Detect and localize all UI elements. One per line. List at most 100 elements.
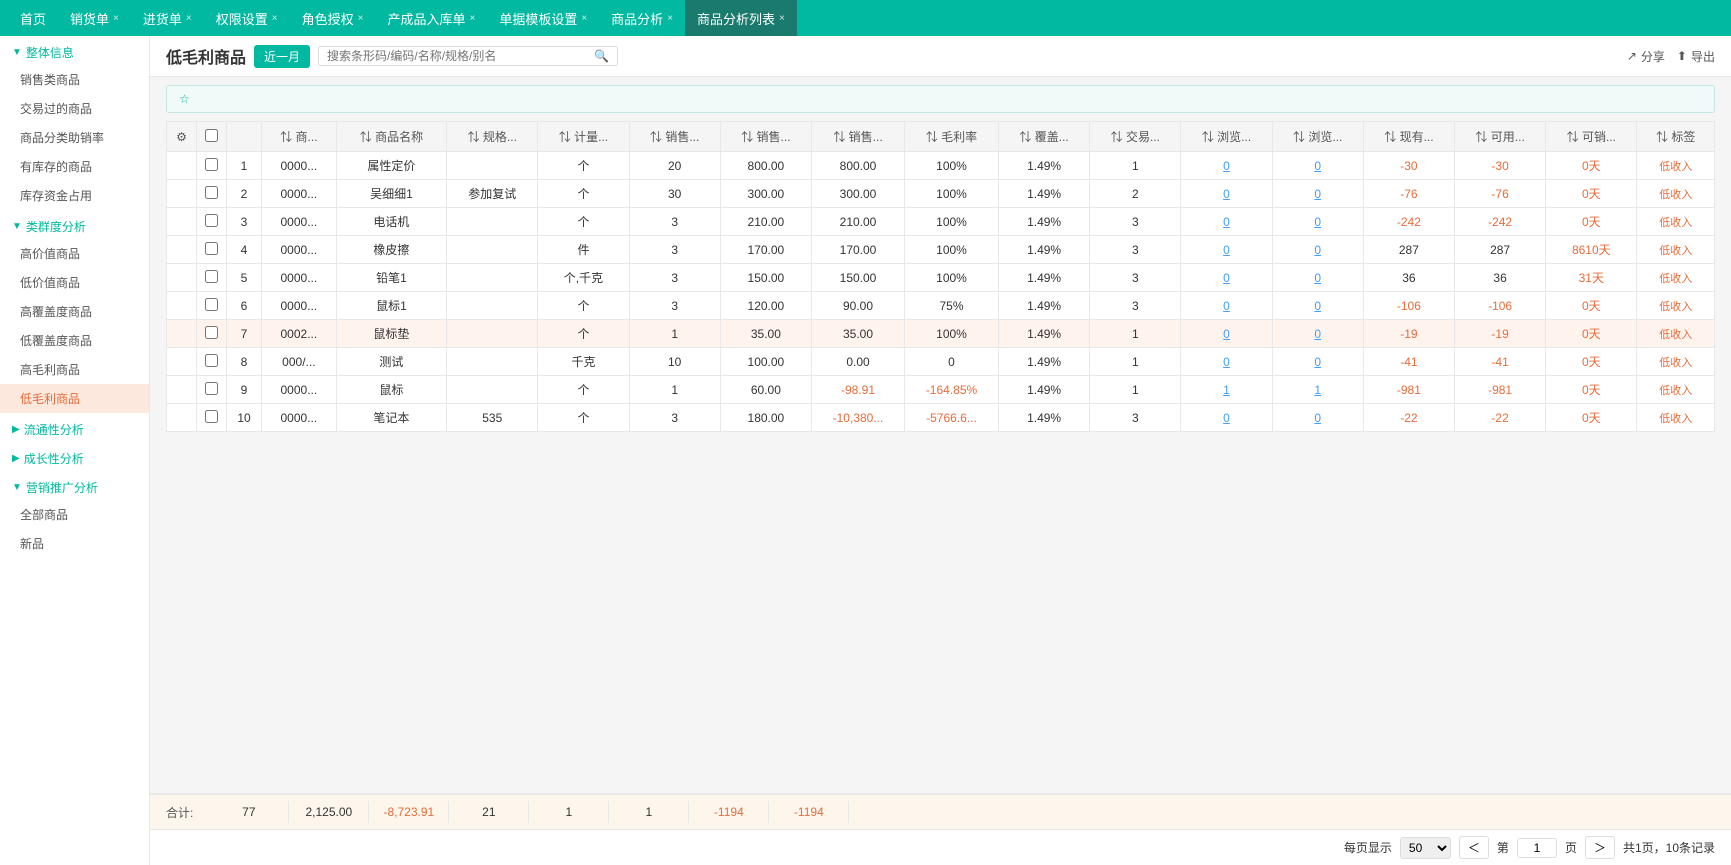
column-header-8[interactable]: ⇅ 覆盖... bbox=[998, 122, 1089, 152]
browse-link[interactable]: 0 bbox=[1314, 327, 1321, 341]
row-check-input[interactable] bbox=[205, 298, 218, 311]
row-check-input[interactable] bbox=[205, 326, 218, 339]
browse-link[interactable]: 0 bbox=[1223, 355, 1230, 369]
sidebar-item[interactable]: 全部商品 bbox=[0, 500, 149, 529]
search-icon[interactable]: 🔍 bbox=[594, 49, 609, 63]
column-header-13[interactable]: ⇅ 可用... bbox=[1455, 122, 1546, 152]
sidebar-group-title[interactable]: ▶流通性分析 bbox=[0, 413, 149, 442]
column-check-all[interactable] bbox=[197, 122, 227, 152]
nav-item[interactable]: 权限设置× bbox=[204, 0, 290, 36]
row-checkbox[interactable] bbox=[197, 152, 227, 180]
row-checkbox[interactable] bbox=[197, 348, 227, 376]
check-all-input[interactable] bbox=[205, 129, 218, 142]
sidebar-item[interactable]: 低价值商品 bbox=[0, 268, 149, 297]
nav-item[interactable]: 进货单× bbox=[131, 0, 204, 36]
browse-link[interactable]: 0 bbox=[1223, 215, 1230, 229]
row-check-input[interactable] bbox=[205, 158, 218, 171]
sidebar-item[interactable]: 高毛利商品 bbox=[0, 355, 149, 384]
sidebar-item[interactable]: 高价值商品 bbox=[0, 239, 149, 268]
column-header-4[interactable]: ⇅ 销售... bbox=[629, 122, 720, 152]
search-input[interactable] bbox=[327, 49, 594, 63]
row-check-input[interactable] bbox=[205, 214, 218, 227]
browse-link[interactable]: 0 bbox=[1223, 411, 1230, 425]
row-checkbox[interactable] bbox=[197, 264, 227, 292]
column-header-11[interactable]: ⇅ 浏览... bbox=[1272, 122, 1363, 152]
column-header-14[interactable]: ⇅ 可销... bbox=[1546, 122, 1637, 152]
sidebar-item[interactable]: 有库存的商品 bbox=[0, 152, 149, 181]
browse-link[interactable]: 0 bbox=[1223, 327, 1230, 341]
nav-close-icon[interactable]: × bbox=[581, 13, 587, 24]
nav-item[interactable]: 商品分析列表× bbox=[685, 0, 797, 36]
sidebar-item[interactable]: 低覆盖度商品 bbox=[0, 326, 149, 355]
share-button[interactable]: ↗ 分享 bbox=[1627, 48, 1665, 65]
column-header-5[interactable]: ⇅ 销售... bbox=[720, 122, 811, 152]
column-settings[interactable]: ⚙ bbox=[167, 122, 197, 152]
browse-link[interactable]: 0 bbox=[1314, 187, 1321, 201]
next-page-button[interactable]: ＞ bbox=[1585, 836, 1615, 859]
browse-link[interactable]: 0 bbox=[1223, 243, 1230, 257]
settings-icon[interactable]: ⚙ bbox=[176, 130, 187, 144]
row-checkbox[interactable] bbox=[197, 320, 227, 348]
browse-link[interactable]: 0 bbox=[1314, 299, 1321, 313]
nav-close-icon[interactable]: × bbox=[272, 13, 278, 24]
browse-link[interactable]: 0 bbox=[1223, 159, 1230, 173]
nav-item[interactable]: 产成品入库单× bbox=[375, 0, 487, 36]
column-header-7[interactable]: ⇅ 毛利率 bbox=[905, 122, 999, 152]
row-check-input[interactable] bbox=[205, 354, 218, 367]
sidebar-item[interactable]: 低毛利商品 bbox=[0, 384, 149, 413]
browse-link[interactable]: 0 bbox=[1223, 187, 1230, 201]
sidebar-item[interactable]: 交易过的商品 bbox=[0, 94, 149, 123]
column-header-10[interactable]: ⇅ 浏览... bbox=[1181, 122, 1272, 152]
browse-link[interactable]: 1 bbox=[1223, 383, 1230, 397]
browse-link[interactable]: 0 bbox=[1314, 215, 1321, 229]
nav-close-icon[interactable]: × bbox=[667, 13, 673, 24]
sidebar-item[interactable]: 新品 bbox=[0, 529, 149, 558]
export-button[interactable]: ⬆ 导出 bbox=[1677, 48, 1715, 65]
nav-close-icon[interactable]: × bbox=[469, 13, 475, 24]
row-check-input[interactable] bbox=[205, 270, 218, 283]
browse-link[interactable]: 0 bbox=[1223, 299, 1230, 313]
sidebar-group-title[interactable]: ▼整体信息 bbox=[0, 36, 149, 65]
nav-close-icon[interactable]: × bbox=[779, 13, 785, 24]
column-header-1[interactable]: ⇅ 商品名称 bbox=[336, 122, 446, 152]
browse-link[interactable]: 1 bbox=[1314, 383, 1321, 397]
row-check-input[interactable] bbox=[205, 186, 218, 199]
nav-item[interactable]: 角色授权× bbox=[290, 0, 376, 36]
column-header-15[interactable]: ⇅ 标签 bbox=[1637, 122, 1715, 152]
sidebar-group-title[interactable]: ▼类群度分析 bbox=[0, 210, 149, 239]
per-page-select[interactable]: 50 20 100 bbox=[1400, 837, 1451, 859]
row-checkbox[interactable] bbox=[197, 236, 227, 264]
column-header-9[interactable]: ⇅ 交易... bbox=[1090, 122, 1181, 152]
row-checkbox[interactable] bbox=[197, 292, 227, 320]
sidebar-item[interactable]: 销售类商品 bbox=[0, 65, 149, 94]
nav-item[interactable]: 销货单× bbox=[58, 0, 131, 36]
column-header-6[interactable]: ⇅ 销售... bbox=[811, 122, 904, 152]
nav-item[interactable]: 商品分析× bbox=[599, 0, 685, 36]
column-header-12[interactable]: ⇅ 现有... bbox=[1363, 122, 1454, 152]
sidebar-item[interactable]: 库存资金占用 bbox=[0, 181, 149, 210]
browse-link[interactable]: 0 bbox=[1223, 271, 1230, 285]
sidebar-item[interactable]: 商品分类助销率 bbox=[0, 123, 149, 152]
browse-link[interactable]: 0 bbox=[1314, 271, 1321, 285]
nav-item[interactable]: 首页 bbox=[8, 0, 58, 36]
page-input[interactable] bbox=[1517, 838, 1557, 858]
browse-link[interactable]: 0 bbox=[1314, 411, 1321, 425]
browse-link[interactable]: 0 bbox=[1314, 243, 1321, 257]
row-checkbox[interactable] bbox=[197, 208, 227, 236]
nav-item[interactable]: 单据模板设置× bbox=[487, 0, 599, 36]
column-header-3[interactable]: ⇅ 计量... bbox=[538, 122, 629, 152]
browse-link[interactable]: 0 bbox=[1314, 355, 1321, 369]
prev-page-button[interactable]: ＜ bbox=[1459, 836, 1489, 859]
column-header-2[interactable]: ⇅ 规格... bbox=[447, 122, 538, 152]
browse-link[interactable]: 0 bbox=[1314, 159, 1321, 173]
row-check-input[interactable] bbox=[205, 410, 218, 423]
row-checkbox[interactable] bbox=[197, 180, 227, 208]
row-checkbox[interactable] bbox=[197, 404, 227, 432]
sidebar-group-title[interactable]: ▶成长性分析 bbox=[0, 442, 149, 471]
row-check-input[interactable] bbox=[205, 382, 218, 395]
nav-close-icon[interactable]: × bbox=[186, 13, 192, 24]
row-checkbox[interactable] bbox=[197, 376, 227, 404]
period-button[interactable]: 近一月 bbox=[254, 45, 310, 68]
column-header-0[interactable]: ⇅ 商... bbox=[262, 122, 337, 152]
nav-close-icon[interactable]: × bbox=[113, 13, 119, 24]
